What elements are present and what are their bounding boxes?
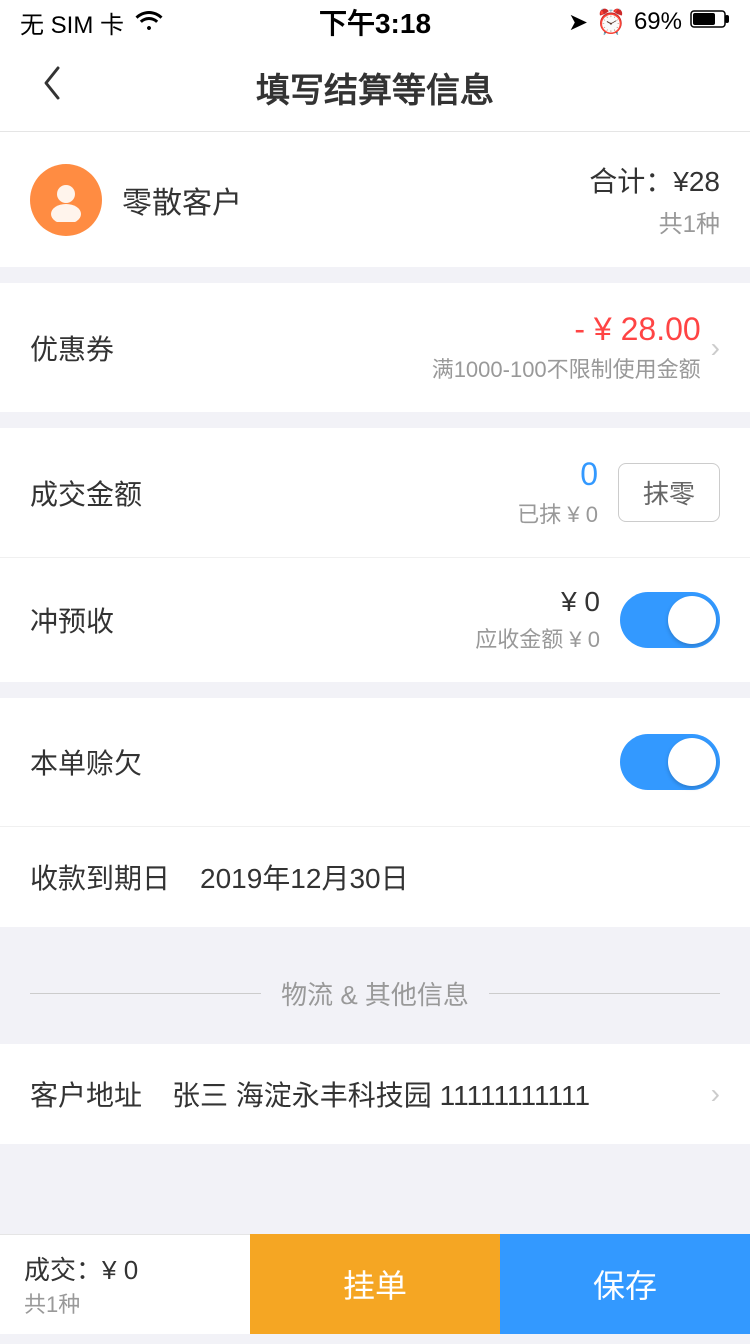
coupon-chevron: › [711, 332, 720, 364]
customer-count: 共1种 [589, 204, 720, 239]
address-chevron: › [711, 1078, 720, 1110]
wifi-icon [134, 8, 164, 37]
deal-label: 成交金额 [30, 473, 142, 513]
save-button[interactable]: 保存 [500, 1234, 750, 1334]
precollect-sub: 应收金额 ¥ 0 [475, 622, 600, 654]
duedate-value: 2019年12月30日 [200, 857, 409, 897]
address-value: 张三 海淀永丰科技园 11111111111 [172, 1074, 711, 1114]
deal-value-block: 0 已抹 ¥ 0 [517, 456, 598, 529]
address-section: 客户地址 张三 海淀永丰科技园 11111111111 › [0, 1044, 750, 1144]
avatar [30, 164, 102, 236]
debt-toggle-knob [668, 738, 716, 786]
debt-row: 本单赊欠 [0, 698, 750, 826]
nav-bar: 填写结算等信息 [0, 44, 750, 132]
customer-section: 零散客户 合计：¥28 共1种 [0, 132, 750, 267]
logistics-divider: 物流 & 其他信息 [0, 951, 750, 1036]
bottom-deal-line: 成交：¥ 0 [24, 1250, 226, 1287]
status-time: 下午3:18 [319, 2, 431, 42]
divider-line-left [30, 993, 261, 994]
debt-label: 本单赊欠 [30, 742, 142, 782]
address-row[interactable]: 客户地址 张三 海淀永丰科技园 11111111111 › [0, 1044, 750, 1144]
debt-toggle[interactable] [620, 734, 720, 790]
coupon-discount: - ¥ 28.00 [432, 311, 701, 348]
status-bar: 无 SIM 卡 下午3:18 ➤ ⏰ 69% [0, 0, 750, 44]
debt-section: 本单赊欠 收款到期日 2019年12月30日 [0, 698, 750, 927]
status-left: 无 SIM 卡 [20, 5, 164, 40]
divider-line-right [489, 993, 720, 994]
deal-value: 0 [517, 456, 598, 493]
round-zero-button[interactable]: 抹零 [618, 463, 720, 522]
deal-section: 成交金额 0 已抹 ¥ 0 抹零 冲预收 ¥ 0 应收金额 ¥ 0 [0, 428, 750, 682]
logistics-label: 物流 & 其他信息 [281, 975, 469, 1012]
precollect-label: 冲预收 [30, 600, 114, 640]
precollect-right: ¥ 0 应收金额 ¥ 0 [475, 586, 720, 654]
bottom-deal-value: ¥ 0 [102, 1255, 138, 1285]
bottom-count: 共1种 [24, 1287, 226, 1319]
deal-row: 成交金额 0 已抹 ¥ 0 抹零 [0, 428, 750, 557]
battery-icon [690, 8, 730, 37]
sim-status: 无 SIM 卡 [20, 5, 124, 40]
logistics-divider-section: 物流 & 其他信息 [0, 943, 750, 1044]
precollect-row: 冲预收 ¥ 0 应收金额 ¥ 0 [0, 557, 750, 682]
coupon-row[interactable]: 优惠券 - ¥ 28.00 满1000-100不限制使用金额 › [0, 283, 750, 412]
duedate-row: 收款到期日 2019年12月30日 [0, 826, 750, 927]
location-icon: ➤ [568, 8, 588, 37]
bottom-deal-label: 成交： [24, 1255, 102, 1285]
deal-sub: 已抹 ¥ 0 [517, 497, 598, 529]
page-title: 填写结算等信息 [256, 63, 494, 112]
precollect-value-block: ¥ 0 应收金额 ¥ 0 [475, 586, 600, 654]
toggle-knob [668, 596, 716, 644]
back-button[interactable] [30, 53, 74, 122]
coupon-desc: 满1000-100不限制使用金额 [432, 352, 701, 384]
precollect-toggle[interactable] [620, 592, 720, 648]
coupon-right: - ¥ 28.00 满1000-100不限制使用金额 › [432, 311, 720, 384]
duedate-label: 收款到期日 [30, 857, 170, 897]
coupon-section: 优惠券 - ¥ 28.00 满1000-100不限制使用金额 › [0, 283, 750, 412]
hang-button[interactable]: 挂单 [250, 1234, 500, 1334]
coupon-label: 优惠券 [30, 328, 114, 368]
battery-percent: 69% [634, 8, 682, 36]
precollect-value: ¥ 0 [475, 586, 600, 618]
alarm-icon: ⏰ [596, 8, 626, 37]
bottom-info: 成交：¥ 0 共1种 [0, 1234, 250, 1334]
customer-total: 合计：¥28 [589, 160, 720, 200]
coupon-info: - ¥ 28.00 满1000-100不限制使用金额 [432, 311, 701, 384]
deal-right: 0 已抹 ¥ 0 抹零 [517, 456, 720, 529]
customer-name: 零散客户 [122, 178, 242, 222]
customer-left: 零散客户 [30, 164, 242, 236]
address-label: 客户地址 [30, 1074, 142, 1114]
status-right: ➤ ⏰ 69% [568, 8, 730, 37]
customer-row: 零散客户 合计：¥28 共1种 [0, 132, 750, 267]
customer-right: 合计：¥28 共1种 [589, 160, 720, 239]
bottom-bar: 成交：¥ 0 共1种 挂单 保存 [0, 1234, 750, 1334]
